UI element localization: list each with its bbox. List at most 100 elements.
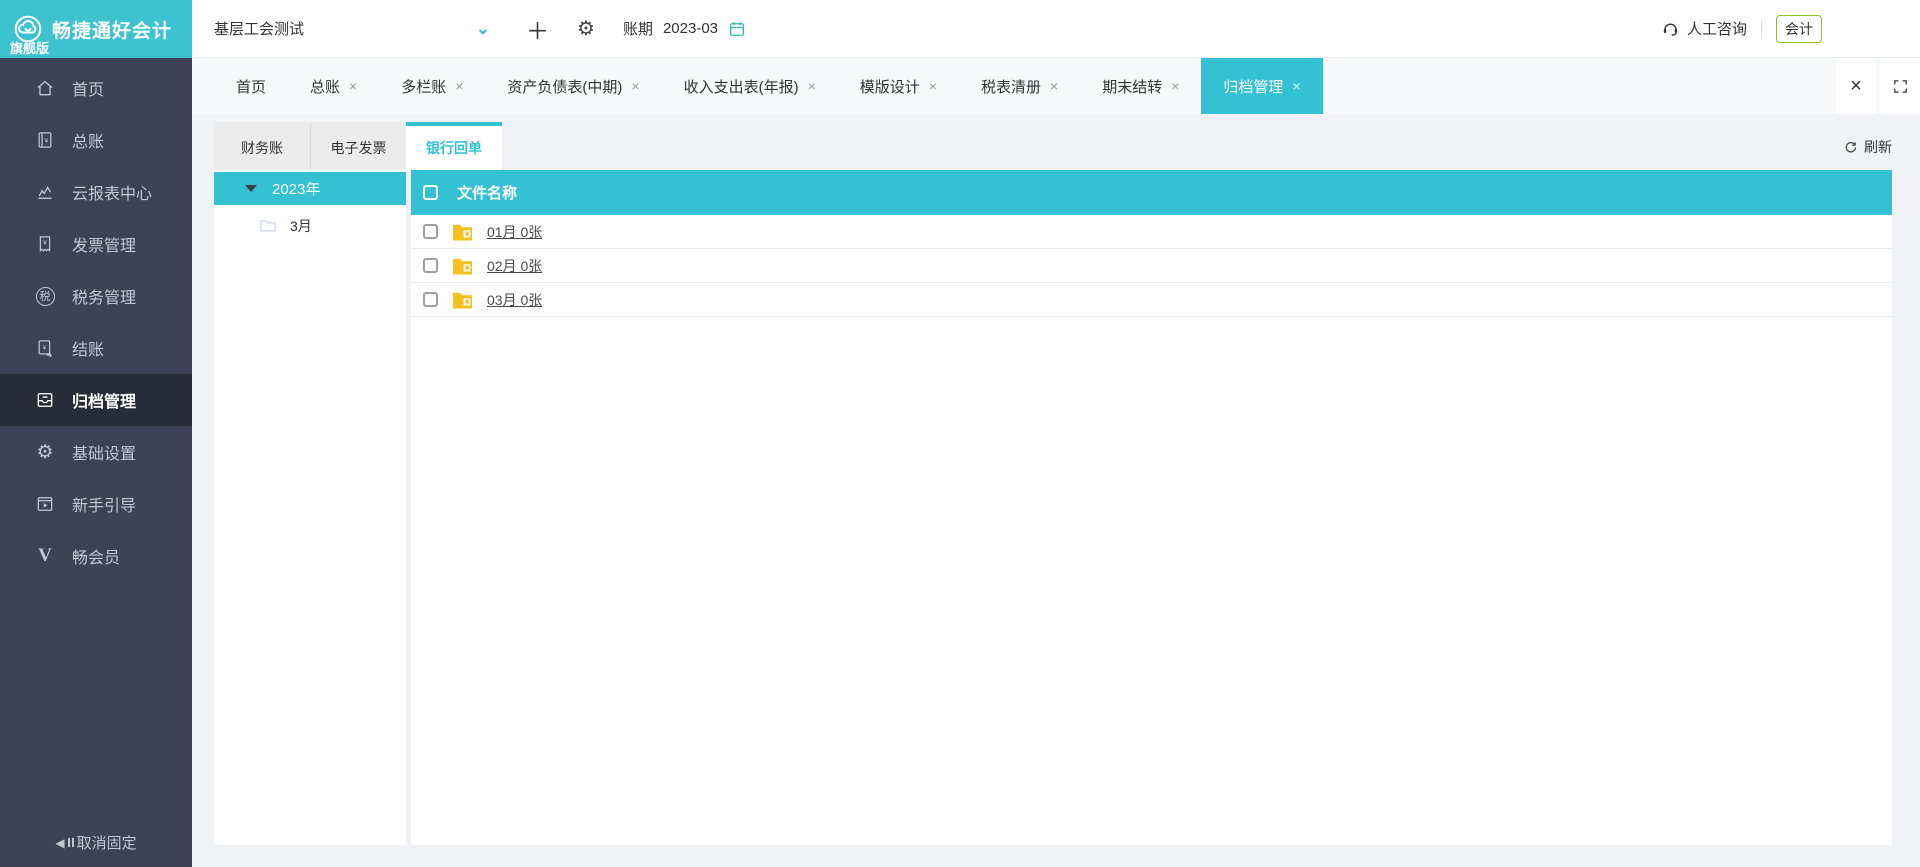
file-link[interactable]: 02月 0张 xyxy=(487,256,542,276)
tab-tax-register[interactable]: 税表清册 × xyxy=(959,58,1080,114)
file-link[interactable]: 01月 0张 xyxy=(487,222,542,242)
table-row[interactable]: ¥ 03月 0张 xyxy=(411,283,1892,317)
close-icon[interactable]: × xyxy=(455,78,463,94)
invoice-icon: ¥ xyxy=(34,234,56,254)
tab-label: 收入支出表(年报) xyxy=(683,78,799,96)
row-checkbox[interactable] xyxy=(423,258,438,273)
close-icon[interactable]: × xyxy=(1292,78,1300,94)
column-header-filename: 文件名称 xyxy=(457,185,518,202)
tree-node-year[interactable]: 2023年 xyxy=(214,172,406,205)
table-row[interactable]: ¥ 02月 0张 xyxy=(411,249,1892,283)
tab-home[interactable]: 首页 xyxy=(214,58,288,114)
folder-icon: ¥ xyxy=(451,222,474,241)
brand-name: 畅捷通好会计 xyxy=(52,20,173,42)
subtab-label: 电子发票 xyxy=(330,139,387,156)
sidebar-item-cloud-reports[interactable]: 云报表中心 xyxy=(0,166,192,218)
close-icon[interactable]: × xyxy=(808,78,816,94)
sidebar-item-label: 畅会员 xyxy=(72,550,121,567)
closing-icon: ¥ xyxy=(34,338,56,358)
refresh-icon xyxy=(1843,140,1858,155)
unpin-label: 取消固定 xyxy=(76,835,137,852)
table-row[interactable]: ¥ 01月 0张 xyxy=(411,215,1892,249)
close-icon[interactable]: × xyxy=(631,78,639,94)
tree-year-label: 2023年 xyxy=(272,181,321,198)
sidebar-item-closing[interactable]: ¥ 结账 xyxy=(0,322,192,374)
tab-label: 期末结转 xyxy=(1102,78,1163,96)
sidebar-item-label: 归档管理 xyxy=(72,394,137,411)
role-badge[interactable]: 会计 xyxy=(1776,14,1822,43)
headset-icon xyxy=(1661,19,1680,38)
sidebar-item-label: 首页 xyxy=(72,82,105,99)
subtab-financial-books[interactable]: 财务账 xyxy=(214,122,310,170)
tree-expand-icon[interactable] xyxy=(245,185,257,192)
sidebar-item-settings[interactable]: ⚙ 基础设置 xyxy=(0,426,192,478)
sidebar-item-label: 结账 xyxy=(72,342,105,359)
account-selector[interactable]: 基层工会测试 ⌄ xyxy=(214,18,490,39)
fullscreen-icon xyxy=(1892,78,1909,95)
tab-template-design[interactable]: 模版设计 × xyxy=(838,58,959,114)
settings-gear-icon[interactable]: ⚙ xyxy=(577,16,595,41)
svg-text:¥: ¥ xyxy=(42,344,46,351)
tab-label: 首页 xyxy=(236,78,267,96)
tab-label: 模版设计 xyxy=(859,78,920,96)
sidebar-item-home[interactable]: 首页 xyxy=(0,62,192,114)
support-label: 人工咨询 xyxy=(1686,21,1747,38)
chevron-down-icon: ⌄ xyxy=(475,18,490,38)
panels: 2023年 3月 文件名称 ¥ 01月 0张 ¥ 02月 0张 ¥ 03月 0张 xyxy=(214,170,1892,845)
tree-node-month[interactable]: 3月 xyxy=(214,210,406,242)
file-table: 文件名称 ¥ 01月 0张 ¥ 02月 0张 ¥ 03月 0张 xyxy=(411,170,1892,845)
sidebar-item-label: 基础设置 xyxy=(72,446,137,463)
fullscreen-button[interactable] xyxy=(1880,58,1920,114)
sidebar-item-general-ledger[interactable]: ¥ 总账 xyxy=(0,114,192,166)
unpin-sidebar-button[interactable]: ◀ 取消固定 xyxy=(0,832,192,853)
right-column: 首页 总账 × 多栏账 × 资产负债表(中期) × 收入支出表(年报) × 模版… xyxy=(192,58,1920,867)
divider xyxy=(1761,19,1762,38)
close-icon[interactable]: × xyxy=(929,78,937,94)
row-checkbox[interactable] xyxy=(423,224,438,239)
tab-multi-column-ledger[interactable]: 多栏账 × xyxy=(379,58,485,114)
collapse-arrow-icon: ◀ xyxy=(55,835,65,850)
sidebar-item-guide[interactable]: 新手引导 xyxy=(0,478,192,530)
period-label: 账期 xyxy=(622,21,653,38)
tab-label: 税表清册 xyxy=(981,78,1042,96)
support-button[interactable]: 人工咨询 xyxy=(1661,18,1747,39)
calendar-icon[interactable] xyxy=(728,20,746,38)
tab-income-expense[interactable]: 收入支出表(年报) × xyxy=(662,58,838,114)
tab-general-ledger[interactable]: 总账 × xyxy=(288,58,379,114)
tab-label: 总账 xyxy=(310,78,341,96)
refresh-button[interactable]: 刷新 xyxy=(1843,137,1892,157)
subtab-bank-receipts[interactable]: 银行回单 xyxy=(406,122,502,170)
tab-label: 归档管理 xyxy=(1223,78,1284,96)
tax-icon: 税 xyxy=(34,286,56,306)
pin-bars-icon xyxy=(67,838,74,847)
tab-balance-sheet[interactable]: 资产负债表(中期) × xyxy=(485,58,661,114)
close-icon[interactable]: × xyxy=(349,78,357,94)
add-account-button[interactable]: ＋ xyxy=(526,12,549,46)
close-all-tabs-button[interactable]: × xyxy=(1836,58,1876,114)
archive-content: 财务账 电子发票 银行回单 刷新 2023年 3月 文件名称 ¥ 01月 0张 … xyxy=(192,114,1920,867)
folder-icon: ¥ xyxy=(451,256,474,275)
sidebar-item-archive[interactable]: 归档管理 xyxy=(0,374,192,426)
row-checkbox[interactable] xyxy=(423,292,438,307)
open-tabs-bar: 首页 总账 × 多栏账 × 资产负债表(中期) × 收入支出表(年报) × 模版… xyxy=(192,58,1920,114)
sidebar-item-tax[interactable]: 税 税务管理 xyxy=(0,270,192,322)
subtab-e-invoice[interactable]: 电子发票 xyxy=(310,122,406,170)
sidebar-item-label: 新手引导 xyxy=(72,498,137,515)
cloud-report-icon xyxy=(34,182,56,202)
sidebar-item-label: 云报表中心 xyxy=(72,186,153,203)
topbar-right: 人工咨询 会计 xyxy=(1661,14,1822,43)
sidebar-item-membership[interactable]: V 畅会员 xyxy=(0,530,192,582)
select-all-checkbox[interactable] xyxy=(423,185,438,200)
tab-period-end-carryover[interactable]: 期末结转 × xyxy=(1080,58,1201,114)
file-link[interactable]: 03月 0张 xyxy=(487,290,542,310)
close-icon[interactable]: × xyxy=(1050,78,1058,94)
sidebar: 首页 ¥ 总账 云报表中心 ¥ 发票管理 税 税务管理 ¥ 结账 归档管理 ⚙ … xyxy=(0,58,192,867)
tab-label: 多栏账 xyxy=(401,78,447,96)
close-icon[interactable]: × xyxy=(1171,78,1179,94)
folder-icon: ¥ xyxy=(451,290,474,309)
sidebar-item-label: 税务管理 xyxy=(72,290,137,307)
table-header: 文件名称 xyxy=(411,170,1892,215)
period-value: 2023-03 xyxy=(662,20,719,37)
sidebar-item-invoice[interactable]: ¥ 发票管理 xyxy=(0,218,192,270)
tab-archive-management[interactable]: 归档管理 × xyxy=(1201,58,1323,114)
